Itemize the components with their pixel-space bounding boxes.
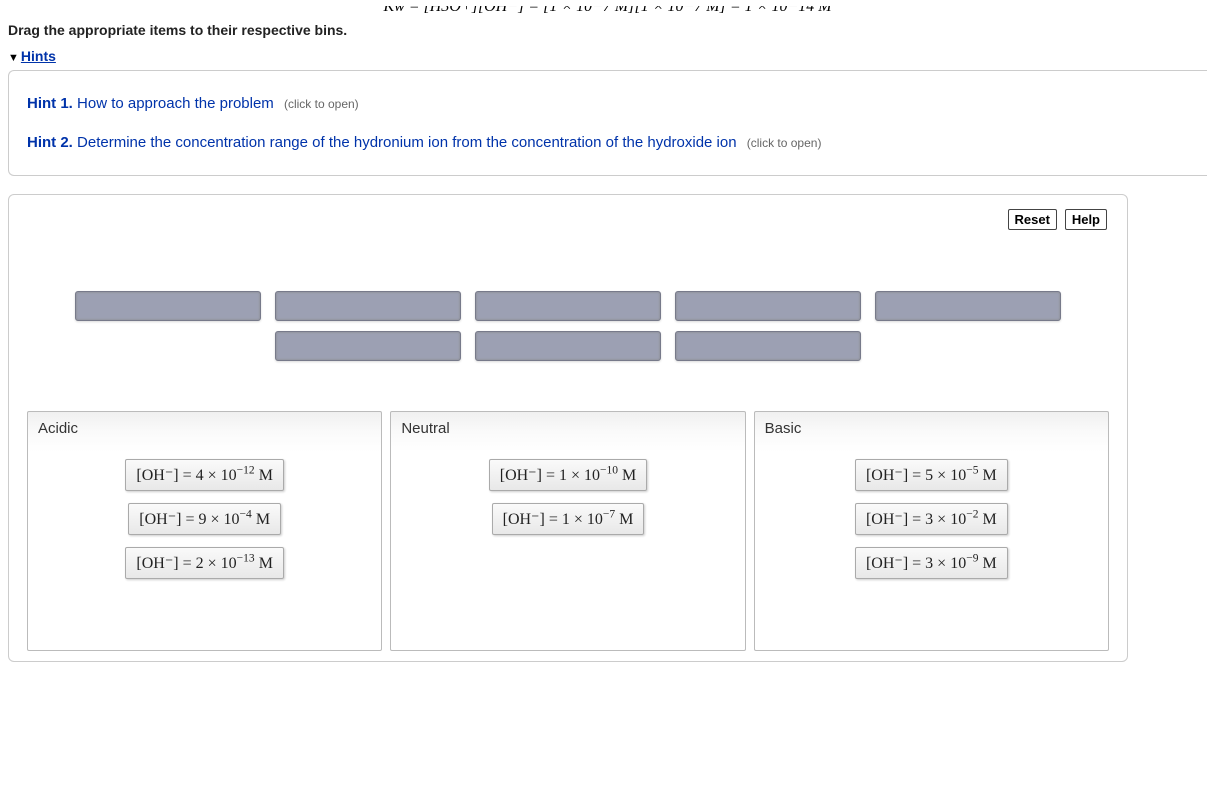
chip-tail: M xyxy=(255,555,273,572)
chip-exp: −4 xyxy=(240,509,252,521)
chip-exp: −13 xyxy=(237,553,255,565)
chip-base: [OH⁻] = 5 × 10 xyxy=(866,467,966,484)
chip-tail: M xyxy=(978,467,996,484)
hint-title: Determine the concentration range of the… xyxy=(77,134,737,151)
chip-exp: −2 xyxy=(966,509,978,521)
hint-num: Hint 1. xyxy=(27,95,73,112)
chip-base: [OH⁻] = 3 × 10 xyxy=(866,511,966,528)
chip-base: [OH⁻] = 4 × 10 xyxy=(136,467,236,484)
concentration-chip[interactable]: [OH⁻] = 1 × 10−7 M xyxy=(492,503,645,535)
draggable-slot[interactable] xyxy=(875,291,1061,321)
chip-base: [OH⁻] = 1 × 10 xyxy=(500,467,600,484)
chip-tail: M xyxy=(978,555,996,572)
draggable-slot[interactable] xyxy=(475,291,661,321)
hint-2[interactable]: Hint 2. Determine the concentration rang… xyxy=(27,134,1189,151)
tray-row-1 xyxy=(27,291,1109,321)
chip-base: [OH⁻] = 2 × 10 xyxy=(136,555,236,572)
concentration-chip[interactable]: [OH⁻] = 5 × 10−5 M xyxy=(855,459,1008,491)
draggable-slot[interactable] xyxy=(275,291,461,321)
bins-row: Acidic [OH⁻] = 4 × 10−12 M [OH⁻] = 9 × 1… xyxy=(27,411,1109,651)
reset-button[interactable]: Reset xyxy=(1008,209,1057,230)
drag-drop-workspace: Reset Help Acidic [OH⁻] = 4 × 10−12 M xyxy=(8,194,1128,662)
bin-title: Basic xyxy=(765,420,1098,437)
draggable-slot[interactable] xyxy=(675,291,861,321)
chip-tail: M xyxy=(615,511,633,528)
draggable-slot[interactable] xyxy=(275,331,461,361)
chip-exp: −12 xyxy=(237,465,255,477)
chip-exp: −7 xyxy=(603,509,615,521)
bin-basic[interactable]: Basic [OH⁻] = 5 × 10−5 M [OH⁻] = 3 × 10−… xyxy=(754,411,1109,651)
hints-panel: Hint 1. How to approach the problem (cli… xyxy=(8,70,1207,176)
bin-items: [OH⁻] = 4 × 10−12 M [OH⁻] = 9 × 10−4 M [… xyxy=(38,459,371,579)
hint-aside: (click to open) xyxy=(284,97,359,111)
bin-title: Neutral xyxy=(401,420,734,437)
instruction-text: Drag the appropriate items to their resp… xyxy=(8,22,1207,38)
hints-label: Hints xyxy=(21,48,56,64)
equation-fragment: Kw = [H3O+][OH−] = [1 × 10−7 M][1 × 10−7… xyxy=(8,6,1207,16)
chip-tail: M xyxy=(618,467,636,484)
chip-exp: −9 xyxy=(966,553,978,565)
workspace-toolbar: Reset Help xyxy=(1004,209,1107,230)
chip-tail: M xyxy=(252,511,270,528)
draggable-slot[interactable] xyxy=(475,331,661,361)
concentration-chip[interactable]: [OH⁻] = 3 × 10−2 M xyxy=(855,503,1008,535)
chip-base: [OH⁻] = 3 × 10 xyxy=(866,555,966,572)
chip-base: [OH⁻] = 9 × 10 xyxy=(139,511,239,528)
chip-exp: −10 xyxy=(600,465,618,477)
concentration-chip[interactable]: [OH⁻] = 9 × 10−4 M xyxy=(128,503,281,535)
concentration-chip[interactable]: [OH⁻] = 2 × 10−13 M xyxy=(125,547,284,579)
tray-row-2 xyxy=(27,331,1109,361)
chip-tail: M xyxy=(255,467,273,484)
chip-exp: −5 xyxy=(966,465,978,477)
item-tray xyxy=(27,291,1109,361)
draggable-slot[interactable] xyxy=(75,291,261,321)
hint-title: How to approach the problem xyxy=(77,95,274,112)
hints-toggle[interactable]: ▼Hints xyxy=(8,48,56,64)
chip-base: [OH⁻] = 1 × 10 xyxy=(503,511,603,528)
hint-aside: (click to open) xyxy=(747,136,822,150)
hint-num: Hint 2. xyxy=(27,134,73,151)
draggable-slot[interactable] xyxy=(675,331,861,361)
concentration-chip[interactable]: [OH⁻] = 3 × 10−9 M xyxy=(855,547,1008,579)
bin-title: Acidic xyxy=(38,420,371,437)
bin-neutral[interactable]: Neutral [OH⁻] = 1 × 10−10 M [OH⁻] = 1 × … xyxy=(390,411,745,651)
caret-down-icon: ▼ xyxy=(8,52,19,64)
bin-items: [OH⁻] = 1 × 10−10 M [OH⁻] = 1 × 10−7 M xyxy=(401,459,734,535)
concentration-chip[interactable]: [OH⁻] = 4 × 10−12 M xyxy=(125,459,284,491)
help-button[interactable]: Help xyxy=(1065,209,1107,230)
bin-acidic[interactable]: Acidic [OH⁻] = 4 × 10−12 M [OH⁻] = 9 × 1… xyxy=(27,411,382,651)
concentration-chip[interactable]: [OH⁻] = 1 × 10−10 M xyxy=(489,459,648,491)
chip-tail: M xyxy=(978,511,996,528)
bin-items: [OH⁻] = 5 × 10−5 M [OH⁻] = 3 × 10−2 M [O… xyxy=(765,459,1098,579)
hint-1[interactable]: Hint 1. How to approach the problem (cli… xyxy=(27,95,1189,112)
